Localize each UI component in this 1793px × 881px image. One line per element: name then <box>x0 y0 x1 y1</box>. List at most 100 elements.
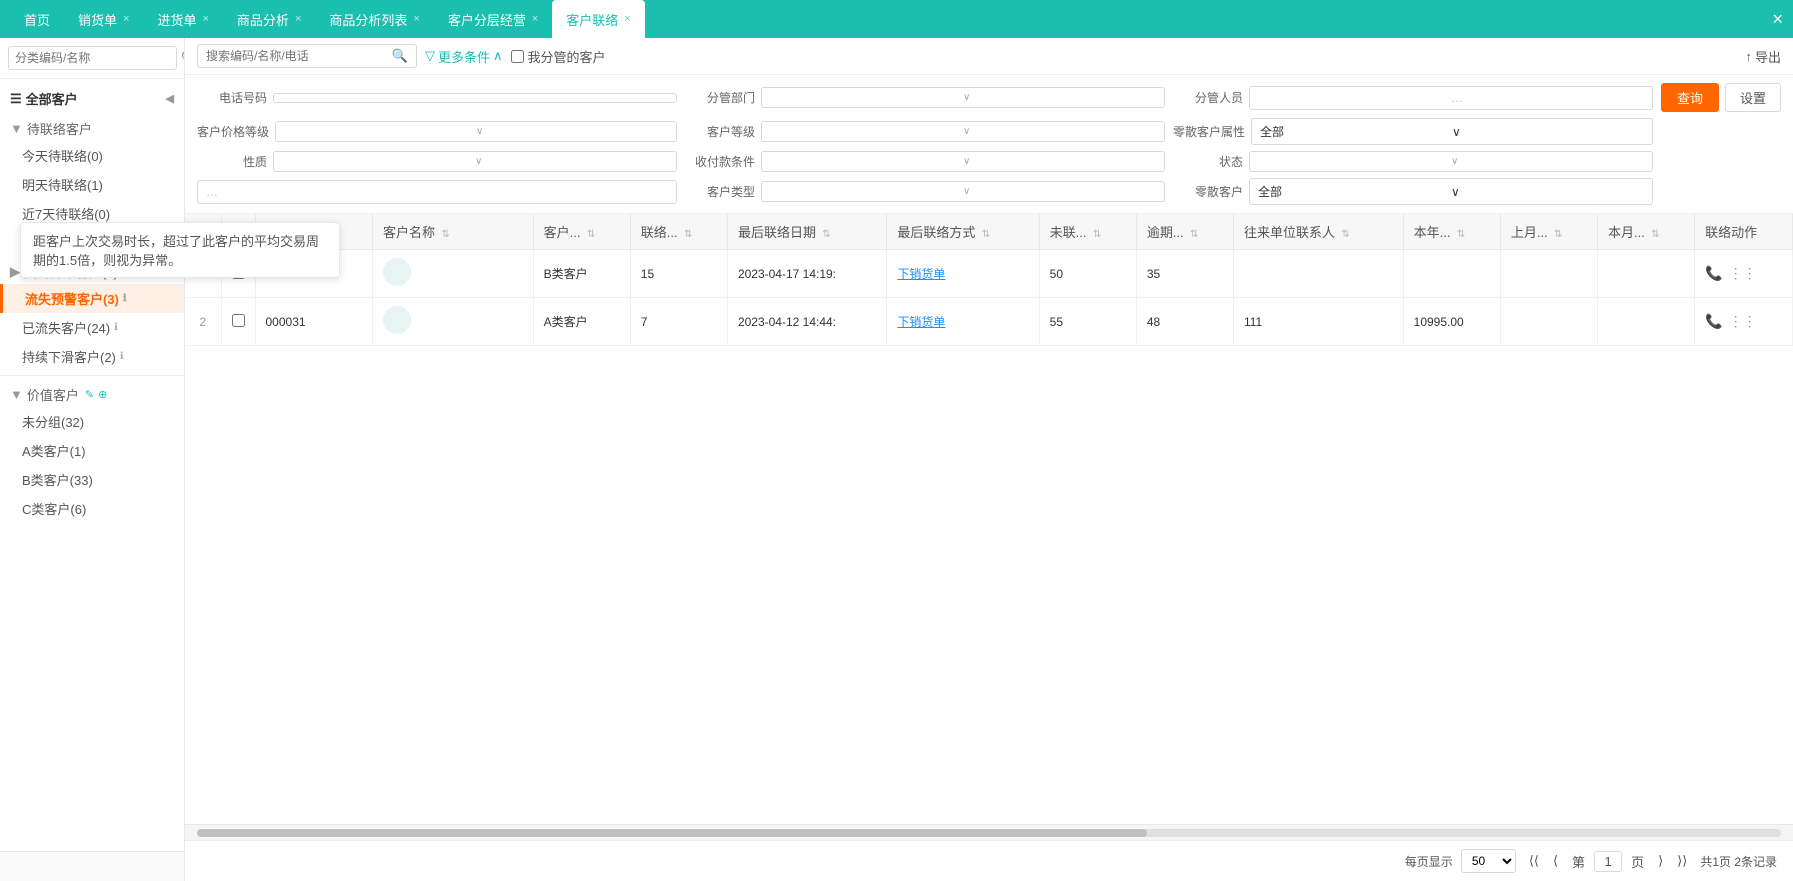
row2-more-icon[interactable]: ⋮⋮ <box>1729 313 1757 330</box>
sort-last-month-icon[interactable]: ⇅ <box>1554 229 1562 240</box>
my-customers-checkbox[interactable] <box>511 50 524 63</box>
horizontal-scrollbar[interactable] <box>185 824 1793 840</box>
filter-row-3: 性质 ∨ 收付款条件 ∨ 状态 <box>197 151 1781 172</box>
page-prefix-label: 第 <box>1567 850 1590 873</box>
search-input[interactable] <box>206 49 392 63</box>
nav-product-analysis[interactable]: 商品分析 × <box>223 0 315 38</box>
info-icon-lost[interactable]: ℹ <box>114 322 118 333</box>
manager-more-icon[interactable]: … <box>1451 91 1644 105</box>
manager-input[interactable]: … <box>1249 86 1653 110</box>
sidebar-item-a-class[interactable]: A类客户(1) <box>0 436 184 465</box>
retail-cust-label: 零散客户 <box>1173 183 1243 200</box>
sort-contact-person-icon[interactable]: ⇅ <box>1341 229 1349 240</box>
my-customers-toggle[interactable]: 我分管的客户 <box>511 47 606 66</box>
sort-name-icon[interactable]: ⇅ <box>441 229 449 240</box>
row1-current-year <box>1403 250 1500 298</box>
nav-product-list[interactable]: 商品分析列表 × <box>315 0 433 38</box>
close-customer-tier-icon[interactable]: × <box>532 13 538 25</box>
retail-attr-select[interactable]: 全部 ∨ <box>1251 118 1653 145</box>
close-customer-contact-icon[interactable]: × <box>624 13 630 25</box>
row1-last-method[interactable]: 下销货单 <box>887 250 1039 298</box>
current-page-input[interactable]: 1 <box>1594 851 1622 872</box>
nav-customer-contact[interactable]: 客户联络 × <box>552 0 644 38</box>
search-filter-icon[interactable]: 🔍 <box>392 48 408 64</box>
sidebar-group-pending[interactable]: ▼ 待联络客户 <box>0 114 184 141</box>
sidebar-item-ungrouped[interactable]: 未分组(32) <box>0 407 184 436</box>
sidebar-item-declining[interactable]: 持续下滑客户(2) ℹ <box>0 342 184 371</box>
sort-last-date-icon[interactable]: ⇅ <box>822 229 830 240</box>
sidebar-item-today-pending[interactable]: 今天待联络(0) <box>0 141 184 170</box>
filter-cell-status: 状态 ∨ <box>1173 151 1653 172</box>
info-icon-loss[interactable]: ℹ <box>123 293 127 304</box>
sort-uncontact-icon[interactable]: ⇅ <box>1093 229 1101 240</box>
row2-uncontact: 55 <box>1039 298 1136 346</box>
last-page-button[interactable]: ⟩⟩ <box>1672 851 1692 871</box>
collapse-icon[interactable]: ◀ <box>166 92 174 105</box>
edit-icon[interactable]: ✎ <box>85 388 94 401</box>
dept-input[interactable]: ∨ <box>761 87 1165 108</box>
filter-action-btns: 查询 设置 <box>1661 83 1781 112</box>
sort-current-month-icon[interactable]: ⇅ <box>1651 229 1659 240</box>
th-last-contact-date: 最后联络日期 ⇅ <box>727 214 886 250</box>
row1-grade: B类客户 <box>533 250 630 298</box>
scroll-thumb[interactable] <box>197 829 1147 837</box>
nav-home[interactable]: 首页 <box>10 0 64 38</box>
sort-overdue-icon[interactable]: ⇅ <box>1190 229 1198 240</box>
nav-sales[interactable]: 销货单 × <box>64 0 143 38</box>
add-group-icon[interactable]: ⊕ <box>98 388 107 401</box>
row2-phone-icon[interactable]: 📞 <box>1705 313 1722 330</box>
sort-grade-icon[interactable]: ⇅ <box>587 229 595 240</box>
window-close-button[interactable]: × <box>1772 9 1783 30</box>
th-last-month: 上月... ⇅ <box>1500 214 1597 250</box>
sidebar-item-tomorrow-pending[interactable]: 明天待联络(1) <box>0 170 184 199</box>
sort-year-icon[interactable]: ⇅ <box>1457 229 1465 240</box>
th-name: 客户名称 ⇅ <box>372 214 533 250</box>
settings-button[interactable]: 设置 <box>1725 83 1781 112</box>
th-action: 联络动作 <box>1695 214 1793 250</box>
sidebar-group-value[interactable]: ▼ 价值客户 ✎ ⊕ <box>0 380 184 407</box>
close-sales-icon[interactable]: × <box>123 13 129 25</box>
sidebar-item-c-class[interactable]: C类客户(6) <box>0 494 184 523</box>
export-button[interactable]: ↑ 导出 <box>1745 47 1781 66</box>
close-purchase-icon[interactable]: × <box>202 13 208 25</box>
nature-input[interactable]: ∨ <box>273 151 677 172</box>
extra-input[interactable]: … <box>197 180 677 204</box>
nav-customer-tier[interactable]: 客户分层经营 × <box>434 0 552 38</box>
sidebar-item-lost[interactable]: 已流失客户(24) ℹ <box>0 313 184 342</box>
row1-phone-icon[interactable]: 📞 <box>1705 265 1722 282</box>
sort-last-method-icon[interactable]: ⇅ <box>982 229 990 240</box>
per-page-select[interactable]: 50 100 200 <box>1461 849 1516 873</box>
info-icon-declining[interactable]: ℹ <box>120 351 124 362</box>
sidebar-search-input[interactable] <box>8 46 177 70</box>
retail-cust-dropdown-icon: ∨ <box>1451 185 1644 199</box>
row2-last-method[interactable]: 下销货单 <box>887 298 1039 346</box>
sort-contact-count-icon[interactable]: ⇅ <box>684 229 692 240</box>
price-grade-input[interactable]: ∨ <box>275 121 677 142</box>
cust-grade-input[interactable]: ∨ <box>761 121 1165 142</box>
main-layout: 🔍 ☰ 全部客户 ◀ ▼ 待联络客户 今天待联络(0) 明天待联络(1) 近7天… <box>0 38 1793 881</box>
status-input[interactable]: ∨ <box>1249 151 1653 172</box>
phone-input[interactable] <box>273 93 677 103</box>
nav-purchase[interactable]: 进货单 × <box>143 0 222 38</box>
row2-code: 000031 <box>255 298 372 346</box>
sidebar-item-loss-warning[interactable]: 流失预警客户(3) ℹ <box>0 284 184 313</box>
cust-type-input[interactable]: ∨ <box>761 181 1165 202</box>
row2-select-checkbox[interactable] <box>232 314 245 327</box>
prev-page-button[interactable]: ⟨ <box>1548 851 1563 871</box>
close-product-list-icon[interactable]: × <box>413 13 419 25</box>
row2-action-icons: 📞 ⋮⋮ <box>1705 313 1782 330</box>
retail-cust-select[interactable]: 全部 ∨ <box>1249 178 1653 205</box>
query-button[interactable]: 查询 <box>1661 83 1719 112</box>
row1-more-icon[interactable]: ⋮⋮ <box>1729 265 1757 282</box>
more-conditions-button[interactable]: ▽ 更多条件 ∧ <box>425 47 503 66</box>
sidebar-item-b-class[interactable]: B类客户(33) <box>0 465 184 494</box>
close-product-analysis-icon[interactable]: × <box>295 13 301 25</box>
payment-input[interactable]: ∨ <box>761 151 1165 172</box>
row2-current-year: 10995.00 <box>1403 298 1500 346</box>
status-label: 状态 <box>1173 153 1243 170</box>
next-page-button[interactable]: ⟩ <box>1653 851 1668 871</box>
row2-last-month <box>1500 298 1597 346</box>
sidebar-root-all-customers[interactable]: ☰ 全部客户 ◀ <box>0 83 184 114</box>
first-page-button[interactable]: ⟨⟨ <box>1524 851 1544 871</box>
customer-table: ⚙ 客户编码 ⇅ 客户名称 ⇅ <box>185 214 1793 346</box>
